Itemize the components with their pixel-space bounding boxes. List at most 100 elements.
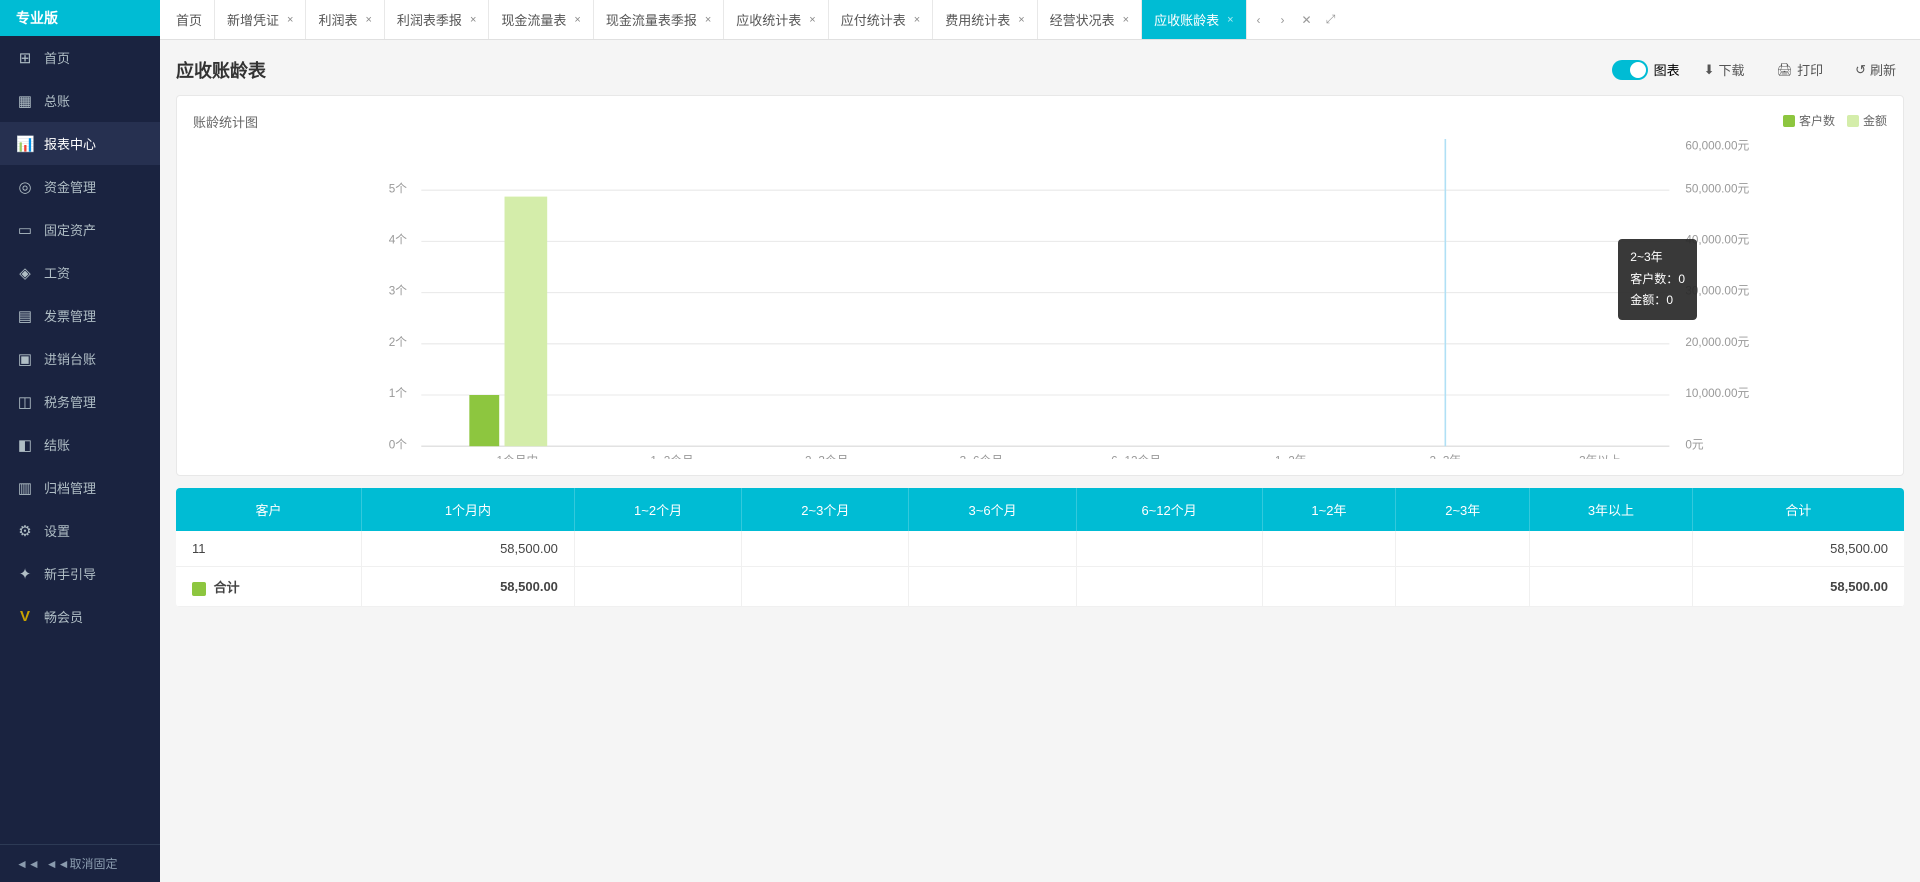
- tab-home-label: 首页: [176, 10, 202, 29]
- salary-icon: ◈: [16, 264, 34, 282]
- sidebar-item-funds[interactable]: ◎ 资金管理: [0, 165, 160, 208]
- tab-operation-stats[interactable]: 经营状况表 ×: [1038, 0, 1142, 40]
- refresh-label: 刷新: [1870, 60, 1896, 79]
- tab-voucher-close[interactable]: ×: [287, 14, 293, 26]
- tab-ar-stats-close[interactable]: ×: [809, 14, 815, 26]
- sidebar-item-salary[interactable]: ◈ 工资: [0, 251, 160, 294]
- tab-profit[interactable]: 利润表 ×: [306, 0, 384, 40]
- bar-amount-m1: [505, 197, 548, 447]
- cell-m6: [909, 531, 1076, 567]
- sidebar-item-member[interactable]: V 畅会员: [0, 595, 160, 638]
- col-header-m2: 1~2个月: [574, 488, 741, 531]
- toggle-thumb: [1630, 62, 1646, 78]
- home-icon: ⊞: [16, 49, 34, 67]
- sidebar-item-label: 税务管理: [44, 392, 96, 411]
- sidebar-item-label: 固定资产: [44, 220, 96, 239]
- tab-cashflow[interactable]: 现金流量表 ×: [489, 0, 593, 40]
- cell-summary-y1: [1262, 567, 1396, 607]
- sidebar-item-invoice[interactable]: ▤ 发票管理: [0, 294, 160, 337]
- cell-summary-total: 58,500.00: [1692, 567, 1904, 607]
- tab-profit-quarterly[interactable]: 利润表季报 ×: [385, 0, 489, 40]
- tab-operation-stats-close[interactable]: ×: [1123, 14, 1129, 26]
- tab-operation-stats-label: 经营状况表: [1050, 10, 1115, 29]
- print-label: 打印: [1797, 60, 1823, 79]
- refresh-button[interactable]: ↺ 刷新: [1847, 56, 1904, 83]
- download-button[interactable]: ⬇ 下载: [1696, 56, 1753, 83]
- sidebar-item-home[interactable]: ⊞ 首页: [0, 36, 160, 79]
- legend-customer: 客户数: [1783, 112, 1835, 129]
- cell-summary-y2: [1396, 567, 1530, 607]
- chart-svg: 0个 1个 2个 3个 4个 5个 0元 10,000.00元 20,000.0…: [193, 139, 1887, 459]
- invoice-icon: ▤: [16, 307, 34, 325]
- sidebar-item-label: 发票管理: [44, 306, 96, 325]
- cell-y2: [1396, 531, 1530, 567]
- tab-next-button[interactable]: ›: [1271, 0, 1295, 40]
- sidebar-item-tax[interactable]: ◫ 税务管理: [0, 380, 160, 423]
- tab-cashflow-quarterly-label: 现金流量表季报: [606, 10, 697, 29]
- tab-prev-button[interactable]: ‹: [1247, 0, 1271, 40]
- tab-ar-aging-label: 应收账龄表: [1154, 10, 1219, 29]
- app-logo: 专业版: [0, 0, 160, 36]
- sidebar-item-label: 归档管理: [44, 478, 96, 497]
- tab-cashflow-quarterly-close[interactable]: ×: [705, 14, 711, 26]
- sidebar-item-label: 进销台账: [44, 349, 96, 368]
- legend-customer-dot: [1783, 115, 1795, 127]
- tab-ar-aging[interactable]: 应收账龄表 ×: [1142, 0, 1246, 40]
- bar-customers-m1: [469, 395, 499, 446]
- tab-ap-stats-label: 应付统计表: [841, 10, 906, 29]
- sidebar-item-ledger[interactable]: ▦ 总账: [0, 79, 160, 122]
- sidebar-item-label: 结账: [44, 435, 70, 454]
- sidebar-item-settings[interactable]: ⚙ 设置: [0, 509, 160, 552]
- svg-text:1个月内: 1个月内: [496, 453, 538, 459]
- tab-close-all-button[interactable]: ✕: [1295, 0, 1319, 40]
- tab-cashflow-quarterly[interactable]: 现金流量表季报 ×: [594, 0, 724, 40]
- chart-container: 账龄统计图 客户数 金额 0个 1个 2个 3个 4个: [176, 95, 1904, 476]
- cell-m3: [742, 531, 909, 567]
- cell-y3plus: [1530, 531, 1693, 567]
- tab-ar-stats[interactable]: 应收统计表 ×: [724, 0, 828, 40]
- cell-summary-m2: [574, 567, 741, 607]
- archive-icon: ▥: [16, 479, 34, 497]
- tab-ap-stats[interactable]: 应付统计表 ×: [829, 0, 933, 40]
- cell-customer: 11: [176, 531, 361, 567]
- svg-text:0元: 0元: [1685, 438, 1704, 451]
- download-icon: ⬇: [1704, 62, 1715, 78]
- tab-ap-stats-close[interactable]: ×: [914, 14, 920, 26]
- sidebar-item-guide[interactable]: ✦ 新手引导: [0, 552, 160, 595]
- cell-summary-y3plus: [1530, 567, 1693, 607]
- tab-profit-close[interactable]: ×: [365, 14, 371, 26]
- svg-text:1~2个月: 1~2个月: [650, 454, 693, 459]
- col-header-y2: 2~3年: [1396, 488, 1530, 531]
- print-button[interactable]: 🖨 打印: [1769, 56, 1832, 83]
- svg-text:60,000.00元: 60,000.00元: [1685, 140, 1749, 153]
- sidebar-item-reports[interactable]: 📊 报表中心: [0, 122, 160, 165]
- tab-expand-button[interactable]: ⤢: [1319, 0, 1343, 40]
- unpin-icon: ◄◄: [16, 857, 40, 871]
- sidebar: 专业版 ⊞ 首页 ▦ 总账 📊 报表中心 ◎ 资金管理 ▭ 固定资产 ◈ 工资 …: [0, 0, 160, 882]
- unpin-sidebar-button[interactable]: ◄◄ ◄◄取消固定: [0, 844, 160, 882]
- cell-m2: [574, 531, 741, 567]
- sidebar-item-assets[interactable]: ▭ 固定资产: [0, 208, 160, 251]
- col-header-m3: 2~3个月: [742, 488, 909, 531]
- cell-summary-m1: 58,500.00: [361, 567, 574, 607]
- sidebar-item-closing[interactable]: ◧ 结账: [0, 423, 160, 466]
- tab-ar-aging-close[interactable]: ×: [1227, 14, 1233, 26]
- chart-title: 账龄统计图: [193, 112, 1887, 131]
- sidebar-item-archive[interactable]: ▥ 归档管理: [0, 466, 160, 509]
- svg-text:1~2年: 1~2年: [1275, 453, 1307, 459]
- svg-text:6~12个月: 6~12个月: [1111, 454, 1161, 459]
- tab-expense-stats-close[interactable]: ×: [1018, 14, 1024, 26]
- col-header-total: 合计: [1692, 488, 1904, 531]
- tab-profit-quarterly-close[interactable]: ×: [470, 14, 476, 26]
- svg-text:3年以上: 3年以上: [1579, 453, 1621, 459]
- toggle-track[interactable]: [1612, 60, 1648, 80]
- sidebar-item-inventory[interactable]: ▣ 进销台账: [0, 337, 160, 380]
- tab-voucher[interactable]: 新增凭证 ×: [215, 0, 306, 40]
- chart-toggle[interactable]: 图表: [1612, 60, 1680, 80]
- cell-summary-m3: [742, 567, 909, 607]
- tab-home[interactable]: 首页: [164, 0, 215, 40]
- tab-expense-stats[interactable]: 费用统计表 ×: [933, 0, 1037, 40]
- tab-cashflow-close[interactable]: ×: [574, 14, 580, 26]
- svg-text:40,000.00元: 40,000.00元: [1685, 234, 1749, 247]
- tax-icon: ◫: [16, 393, 34, 411]
